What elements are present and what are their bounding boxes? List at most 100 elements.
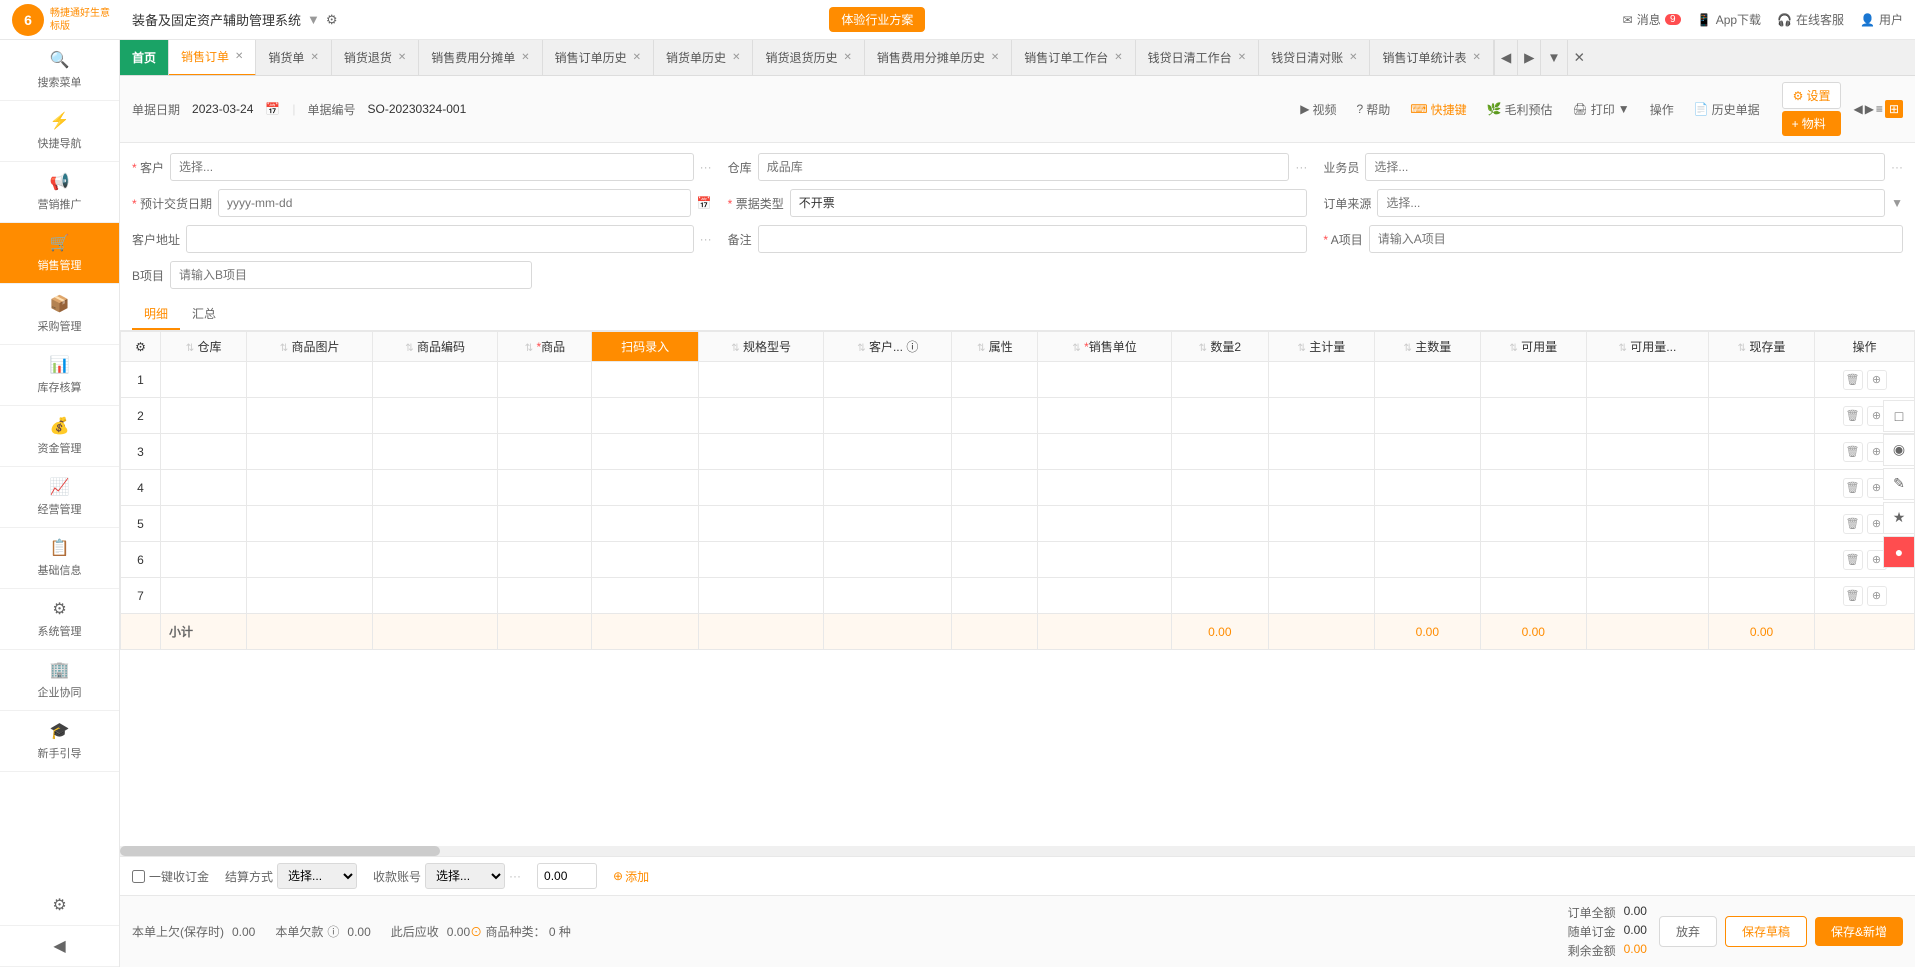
print-button[interactable]: 🖨 打印 ▼ [1567,99,1636,120]
tab-sales-return[interactable]: 销货单 ✕ [256,40,331,76]
row-product-code[interactable] [372,362,498,398]
tab-close-icon[interactable]: ✕ [398,52,406,63]
delete-row-icon[interactable]: 🗑 [1843,478,1863,498]
tab-close-icon[interactable]: ✕ [310,52,318,63]
customer-more-icon[interactable]: ··· [700,160,712,174]
setting-button[interactable]: ⚙ 设置 [1782,82,1842,109]
receipt-amount-input[interactable] [537,863,597,889]
row-customer-code[interactable] [824,362,952,398]
delete-row-icon[interactable]: 🗑 [1843,406,1863,426]
solution-button[interactable]: 体验行业方案 [829,7,925,32]
invoice-type-select[interactable]: 不开票 增值税专用发票 普通发票 [790,189,1308,217]
scroll-thumb[interactable] [120,846,440,856]
receipt-more-icon[interactable]: ··· [509,869,521,883]
float-btn-4[interactable]: ★ [1883,502,1915,534]
grid-view-icon[interactable]: ⊞ [1885,100,1903,118]
user-button[interactable]: 👤 用户 [1860,11,1903,28]
tab-prev-button[interactable]: ◀ [1494,40,1517,76]
sidebar-item-enterprise[interactable]: 🏢 企业协同 [0,650,119,711]
sidebar-item-ops[interactable]: 📈 经营管理 [0,467,119,528]
add-material-button[interactable]: + 物料 [1782,111,1842,136]
row-main-qty[interactable] [1374,362,1480,398]
tab-sales-cost[interactable]: 销售费用分摊单 ✕ [419,40,542,76]
tab-close-icon[interactable]: ✕ [732,52,740,63]
address-more-icon[interactable]: ··· [700,232,712,246]
delivery-date-input[interactable] [218,189,691,217]
tab-menu-button[interactable]: ▼ [1540,40,1566,76]
sidebar-item-basic[interactable]: 📋 基础信息 [0,528,119,589]
salesperson-input[interactable] [1365,153,1885,181]
float-btn-2[interactable]: ◉ [1883,434,1915,466]
settings-gear-icon[interactable]: ⚙ [326,12,338,28]
sidebar-collapse-button[interactable]: ◀ [0,926,119,967]
row-current-qty[interactable] [1709,362,1815,398]
delete-row-icon[interactable]: 🗑 [1843,442,1863,462]
row-available-qty2[interactable] [1586,362,1708,398]
tab-cash-clear-workbench[interactable]: 钱贷日清工作台 ✕ [1136,40,1259,76]
tab-close-icon[interactable]: ✕ [991,52,999,63]
tab-close-icon[interactable]: ✕ [843,52,851,63]
warehouse-more-icon[interactable]: ··· [1295,160,1307,174]
tab-sales-history[interactable]: 销售订单历史 ✕ [543,40,654,76]
tab-close-icon[interactable]: ✕ [1473,52,1481,63]
col-scan[interactable]: 扫码录入 [592,332,698,362]
tab-sales-cost-history[interactable]: 销售费用分摊单历史 ✕ [865,40,1012,76]
one-click-checkbox[interactable] [132,870,145,883]
tab-sales-workbench[interactable]: 销售订单工作台 ✕ [1012,40,1135,76]
delete-row-icon[interactable]: 🗑 [1843,514,1863,534]
note-input[interactable] [758,225,1308,253]
tab-close-icon[interactable]: ✕ [235,51,243,62]
add-button[interactable]: ⊕ 添加 [613,868,649,885]
tab-sales-stats[interactable]: 销售订单统计表 ✕ [1370,40,1493,76]
next-record-icon[interactable]: ▶ [1865,102,1874,116]
row-qty2[interactable] [1171,362,1268,398]
app-download-button[interactable]: 📱 App下载 [1697,11,1761,28]
order-source-dropdown-icon[interactable]: ▼ [1891,196,1903,210]
sidebar-settings-button[interactable]: ⚙ [0,885,119,926]
delete-row-icon[interactable]: 🗑 [1843,370,1863,390]
history-button[interactable]: 📄 历史单据 [1688,99,1766,120]
tab-sales-return-history[interactable]: 销货单历史 ✕ [654,40,753,76]
tab-close-icon[interactable]: ✕ [1114,52,1122,63]
float-btn-1[interactable]: □ [1883,400,1915,432]
calendar-icon[interactable]: 📅 [265,102,280,116]
copy-row-icon[interactable]: ⊕ [1867,370,1887,390]
table-scrollbar[interactable] [120,846,1915,856]
float-btn-3[interactable]: ✎ [1883,468,1915,500]
sidebar-item-quick-nav[interactable]: ⚡ 快捷导航 [0,101,119,162]
list-view-icon[interactable]: ≡ [1876,102,1883,116]
sidebar-item-marketing[interactable]: 📢 营销推广 [0,162,119,223]
tab-close-icon[interactable]: ✕ [521,52,529,63]
row-product-name[interactable] [498,362,592,398]
tab-summary[interactable]: 汇总 [180,299,228,330]
row-main-unit[interactable] [1268,362,1374,398]
sidebar-item-finance[interactable]: 💰 资金管理 [0,406,119,467]
view-button[interactable]: ▶ 视频 [1294,99,1342,120]
tab-close-icon[interactable]: ✕ [1349,52,1357,63]
tab-next-button[interactable]: ▶ [1517,40,1540,76]
sidebar-item-beginner[interactable]: 🎓 新手引导 [0,711,119,772]
shortcut-button[interactable]: ⌨ 快捷键 [1404,99,1472,120]
a-project-input[interactable] [1369,225,1903,253]
sidebar-item-search[interactable]: 🔍 搜索菜单 [0,40,119,101]
online-support-button[interactable]: 🎧 在线客服 [1777,11,1844,28]
profit-button[interactable]: 🌿 毛利预估 [1481,99,1559,120]
tab-close-all-button[interactable]: ✕ [1567,40,1591,76]
sidebar-item-sales[interactable]: 🛒 销售管理 [0,223,119,284]
tab-close-icon[interactable]: ✕ [1238,52,1246,63]
order-source-input[interactable] [1377,189,1885,217]
delete-row-icon[interactable]: 🗑 [1843,586,1863,606]
delete-row-icon[interactable]: 🗑 [1843,550,1863,570]
customer-input[interactable] [170,153,694,181]
tab-sales-back[interactable]: 销货退货 ✕ [332,40,419,76]
tab-sales-back-history[interactable]: 销货退货历史 ✕ [753,40,864,76]
product-count-icon[interactable]: ⊙ [470,925,482,939]
float-btn-5[interactable]: ● [1883,536,1915,568]
tab-sales-order[interactable]: 销售订单 ✕ [169,40,256,76]
one-click-label[interactable]: 一键收订金 [132,868,209,885]
row-spec[interactable] [698,362,824,398]
tab-home[interactable]: 首页 [120,40,169,76]
sidebar-item-inventory[interactable]: 📊 库存核算 [0,345,119,406]
sidebar-item-purchase[interactable]: 📦 采购管理 [0,284,119,345]
operate-button[interactable]: 操作 [1644,99,1680,120]
